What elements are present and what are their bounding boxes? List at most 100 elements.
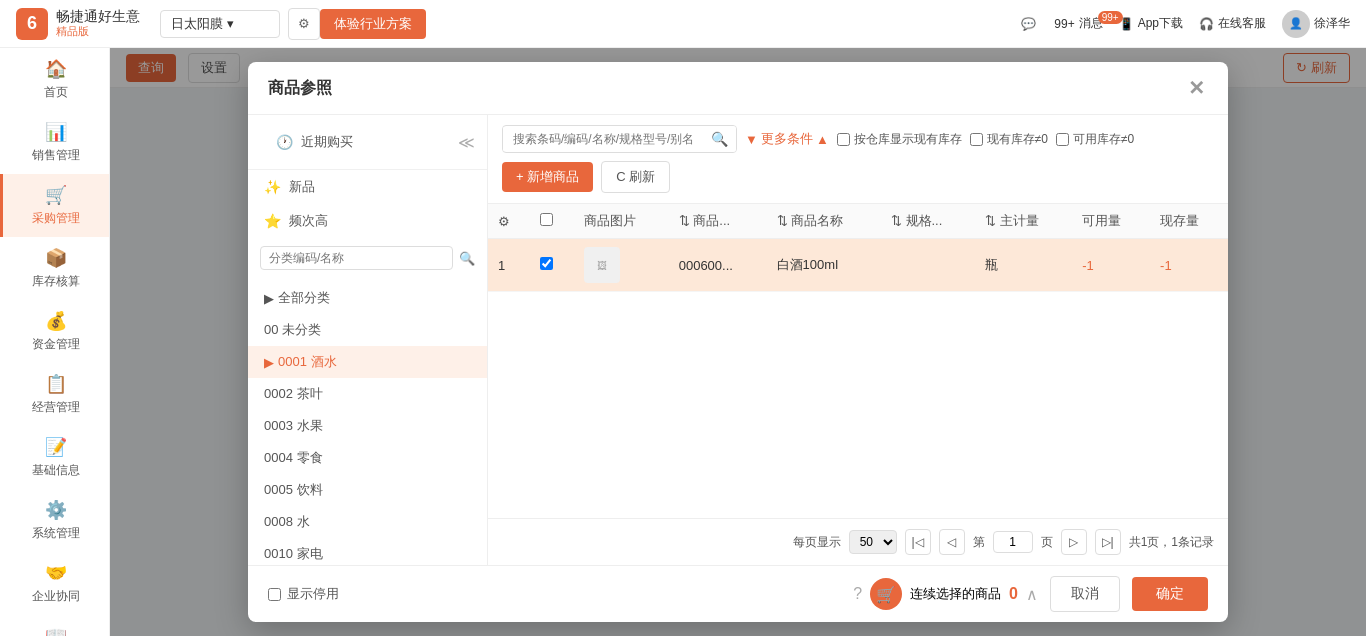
category-item-appliance[interactable]: 0010 家电 [248, 538, 487, 565]
category-item-fruit[interactable]: 0003 水果 [248, 410, 487, 442]
inventory-icon: 📦 [45, 247, 67, 269]
checkbox-stock-input[interactable] [970, 133, 983, 146]
cell-stock: -1 [1150, 239, 1228, 292]
cell-index: 1 [488, 239, 530, 292]
category-search-icon[interactable]: 🔍 [459, 251, 475, 266]
modal-footer: 显示停用 ? 🛒 连续选择的商品 0 ∧ 取消 确定 [248, 565, 1228, 622]
category-item-tea[interactable]: 0002 茶叶 [248, 378, 487, 410]
sidebar-label-home: 首页 [44, 84, 68, 101]
category-label-tea: 0002 茶叶 [264, 385, 323, 403]
logo-area: 6 畅捷通好生意 精品版 [16, 8, 140, 40]
product-search-input[interactable] [503, 127, 703, 151]
table-refresh-button[interactable]: C 刷新 [601, 161, 670, 193]
quick-item-recent[interactable]: 🕐 近期购买 [260, 125, 369, 159]
category-item-liquor[interactable]: ▶ 0001 酒水 [248, 346, 487, 378]
app-download-label: App下载 [1138, 15, 1183, 32]
disabled-checkbox-input[interactable] [268, 588, 281, 601]
prev-page-button[interactable]: ◁ [939, 529, 965, 555]
app-download-button[interactable]: 📱 App下载 [1119, 15, 1183, 32]
col-spec[interactable]: ⇅ 规格... [881, 204, 975, 239]
user-avatar: 👤 [1282, 10, 1310, 38]
col-unit[interactable]: ⇅ 主计量 [975, 204, 1072, 239]
msg-label: 99+ [1054, 17, 1074, 31]
trial-button[interactable]: 体验行业方案 [320, 9, 426, 39]
select-all-checkbox[interactable] [540, 213, 553, 226]
category-item-none[interactable]: 00 未分类 [248, 314, 487, 346]
checkbox-available-label: 可用库存≠0 [1073, 131, 1134, 148]
col-name[interactable]: ⇅ 商品名称 [767, 204, 881, 239]
user-area[interactable]: 👤 徐泽华 [1282, 10, 1350, 38]
filter-row: 🔍 ▼ 更多条件 ▲ 按仓库显示现有库存 [488, 115, 1228, 204]
sidebar-label-purchase: 采购管理 [32, 210, 80, 227]
category-search-input[interactable] [260, 246, 453, 270]
chevron-down-icon: ▾ [227, 16, 234, 31]
checkbox-available-input[interactable] [1056, 133, 1069, 146]
table-row[interactable]: 1 🖼 [488, 239, 1228, 292]
home-icon: 🏠 [45, 58, 67, 80]
finance-icon: 💰 [45, 310, 67, 332]
last-page-button[interactable]: ▷| [1095, 529, 1121, 555]
col-settings[interactable]: ⚙ [488, 204, 530, 239]
per-page-label: 每页显示 [793, 534, 841, 551]
online-service-button[interactable]: 🎧 在线客服 [1199, 15, 1266, 32]
sidebar-item-purchase[interactable]: 🛒 采购管理 [0, 174, 109, 237]
cell-code: 000600... [669, 239, 767, 292]
modal-close-button[interactable]: ✕ [1184, 76, 1208, 100]
category-item-drink[interactable]: 0005 饮料 [248, 474, 487, 506]
cancel-button[interactable]: 取消 [1050, 576, 1120, 612]
add-product-button[interactable]: + 新增商品 [502, 162, 593, 192]
store-selector[interactable]: 日太阳膜 ▾ [160, 10, 280, 38]
quick-label-recent: 近期购买 [301, 133, 353, 151]
category-tree: ▶ 全部分类 00 未分类 ▶ 0001 酒水 0002 茶 [248, 278, 487, 565]
sidebar-item-inventory[interactable]: 📦 库存核算 [0, 237, 109, 300]
cart-collapse-button[interactable]: ∧ [1026, 585, 1038, 604]
confirm-button[interactable]: 确定 [1132, 577, 1208, 611]
quick-item-frequent[interactable]: ⭐ 频次高 [248, 204, 487, 238]
store-name: 日太阳膜 [171, 15, 223, 33]
category-item-snack[interactable]: 0004 零食 [248, 442, 487, 474]
basic-icon: 📝 [45, 436, 67, 458]
sidebar-item-basic[interactable]: 📝 基础信息 [0, 426, 109, 489]
quick-item-new[interactable]: ✨ 新品 [248, 170, 487, 204]
help-icon[interactable]: ? [853, 585, 862, 603]
category-item-water[interactable]: 0008 水 [248, 506, 487, 538]
notifications-button[interactable]: 💬 99+ 99+ 消息 [1021, 15, 1102, 32]
sidebar-item-sales[interactable]: 📊 销售管理 [0, 111, 109, 174]
checkbox-nonzero-available[interactable]: 可用库存≠0 [1056, 131, 1134, 148]
modal-overlay: 商品参照 ✕ 🕐 近期购买 ≪ [110, 48, 1366, 636]
sidebar-item-enterprise[interactable]: 🤝 企业协同 [0, 552, 109, 615]
brand-edition: 精品版 [56, 24, 140, 39]
cell-checkbox [530, 239, 574, 292]
operation-icon: 📋 [45, 373, 67, 395]
main-layout: 🏠 首页 📊 销售管理 🛒 采购管理 📦 库存核算 💰 资金管理 📋 经营管理 … [0, 48, 1366, 636]
page-number-input[interactable] [993, 531, 1033, 553]
row-checkbox[interactable] [540, 257, 553, 270]
system-icon: ⚙️ [45, 499, 67, 521]
category-label-snack: 0004 零食 [264, 449, 323, 467]
checkbox-nonzero-stock[interactable]: 现有库存≠0 [970, 131, 1048, 148]
cart-icon[interactable]: 🛒 [870, 578, 902, 610]
display-disabled-checkbox[interactable]: 显示停用 [268, 585, 339, 603]
settings-button[interactable]: ⚙ [288, 8, 320, 40]
cart-count: 0 [1009, 585, 1018, 603]
guide-icon: 📖 [45, 625, 67, 636]
checkbox-warehouse-input[interactable] [837, 133, 850, 146]
disabled-label: 显示停用 [287, 585, 339, 603]
sidebar-label-system: 系统管理 [32, 525, 80, 542]
sidebar-item-guide[interactable]: 📖 新手引导 [0, 615, 109, 636]
checkbox-show-by-warehouse[interactable]: 按仓库显示现有库存 [837, 131, 962, 148]
next-page-button[interactable]: ▷ [1061, 529, 1087, 555]
new-icon: ✨ [264, 179, 281, 195]
category-label-appliance: 0010 家电 [264, 545, 323, 563]
sidebar-item-system[interactable]: ⚙️ 系统管理 [0, 489, 109, 552]
sidebar-item-home[interactable]: 🏠 首页 [0, 48, 109, 111]
product-search-button[interactable]: 🔍 [703, 126, 736, 152]
filter-more-button[interactable]: ▼ 更多条件 ▲ [745, 130, 829, 148]
per-page-select[interactable]: 50 [849, 530, 897, 554]
category-item-all[interactable]: ▶ 全部分类 [248, 282, 487, 314]
collapse-left-button[interactable]: ≪ [458, 133, 475, 152]
sidebar-item-finance[interactable]: 💰 资金管理 [0, 300, 109, 363]
first-page-button[interactable]: |◁ [905, 529, 931, 555]
sidebar-item-operation[interactable]: 📋 经营管理 [0, 363, 109, 426]
col-code[interactable]: ⇅ 商品... [669, 204, 767, 239]
